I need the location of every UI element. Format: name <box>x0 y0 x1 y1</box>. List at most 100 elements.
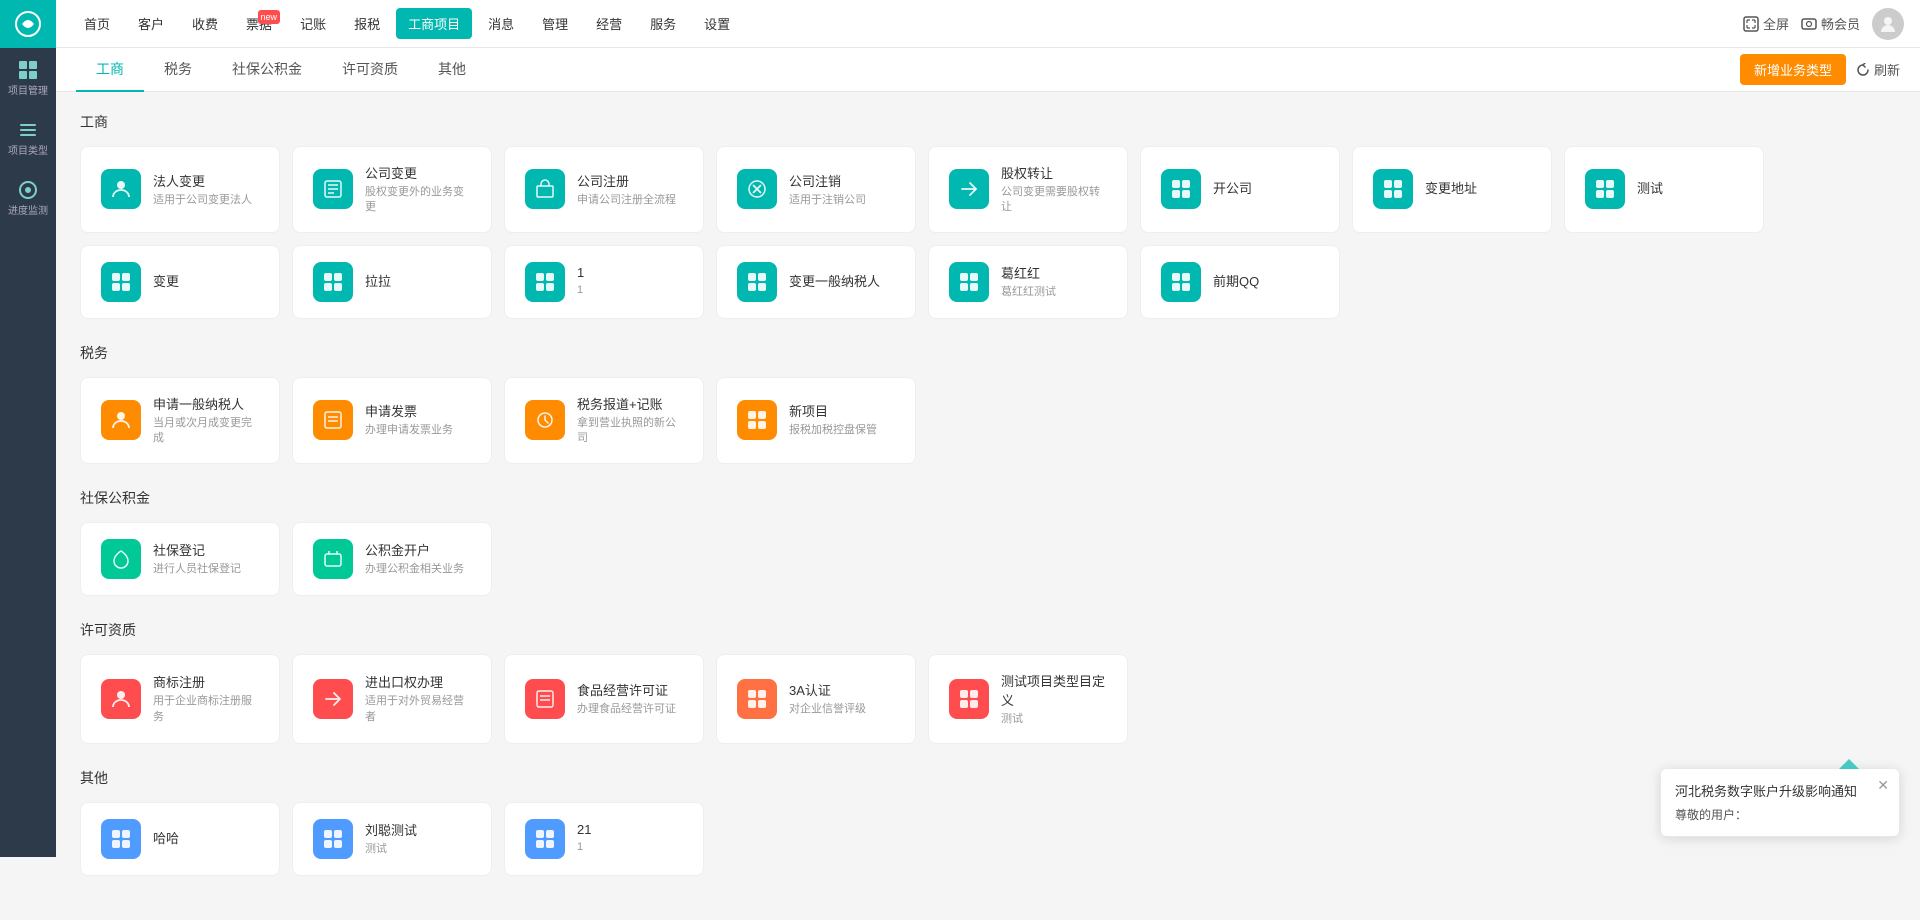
card-icon-t4 <box>737 400 777 440</box>
card-info-c14: 前期QQ <box>1213 271 1259 293</box>
card-info-c10: 拉拉 <box>365 271 391 293</box>
section-xuke-section: 许可资质商标注册用于企业商标注册服务进出口权办理适用于对外贸易经营者食品经营许可… <box>80 620 1896 744</box>
card-title-x2: 进出口权办理 <box>365 672 471 691</box>
nav-operate[interactable]: 经营 <box>584 8 634 39</box>
nav-billing[interactable]: 收费 <box>180 8 230 39</box>
card-icon-x1 <box>101 679 141 719</box>
project-type-icon <box>16 118 40 142</box>
card-info-o2: 刘聪测试测试 <box>365 820 417 857</box>
card-desc-c4: 适用于注销公司 <box>789 193 866 208</box>
card-desc-t2: 办理申请发票业务 <box>365 423 453 438</box>
tab-shuiwu[interactable]: 税务 <box>144 48 212 92</box>
fullscreen-label: 全屏 <box>1763 14 1789 33</box>
notification-close[interactable]: ✕ <box>1877 777 1889 794</box>
new-type-btn[interactable]: 新增业务类型 <box>1740 54 1846 85</box>
card-c9[interactable]: 变更 <box>80 245 280 319</box>
card-desc-o2: 测试 <box>365 842 417 857</box>
top-nav: 首页 客户 收费 票据 new 记账 报税 工商项目 消息 管理 经营 服务 设… <box>56 0 1920 48</box>
card-c4[interactable]: 公司注销适用于注销公司 <box>716 146 916 233</box>
cards-grid-xuke-section: 商标注册用于企业商标注册服务进出口权办理适用于对外贸易经营者 食品经营许可证办理食… <box>80 654 1896 744</box>
nav-items: 首页 客户 收费 票据 new 记账 报税 工商项目 消息 管理 经营 服务 设… <box>72 8 1743 39</box>
nav-client[interactable]: 客户 <box>126 8 176 39</box>
nav-tax[interactable]: 报税 <box>342 8 392 39</box>
card-c13[interactable]: 葛红红葛红红测试 <box>928 245 1128 319</box>
card-title-c6: 开公司 <box>1213 178 1252 197</box>
card-icon-s1 <box>101 539 141 579</box>
card-title-c3: 公司注册 <box>577 171 676 190</box>
member-btn[interactable]: 畅会员 <box>1801 14 1860 33</box>
card-c14[interactable]: 前期QQ <box>1140 245 1340 319</box>
card-icon-c4 <box>737 169 777 209</box>
card-title-c2: 公司变更 <box>365 163 471 182</box>
card-info-c8: 测试 <box>1637 178 1663 200</box>
card-c7[interactable]: 变更地址 <box>1352 146 1552 233</box>
fullscreen-btn[interactable]: 全屏 <box>1743 14 1789 33</box>
card-c2[interactable]: 公司变更股权变更外的业务变更 <box>292 146 492 233</box>
card-icon-c1 <box>101 169 141 209</box>
card-icon-o1 <box>101 819 141 859</box>
card-info-x3: 食品经营许可证办理食品经营许可证 <box>577 680 676 717</box>
card-info-s1: 社保登记进行人员社保登记 <box>153 540 241 577</box>
card-t1[interactable]: 申请一般纳税人当月或次月成变更完成 <box>80 377 280 464</box>
card-desc-t1: 当月或次月成变更完成 <box>153 416 259 447</box>
sidebar-item-project-type[interactable]: 项目类型 <box>0 108 56 168</box>
card-title-x4: 3A认证 <box>789 680 866 699</box>
card-c1[interactable]: 法人变更适用于公司变更法人 <box>80 146 280 233</box>
cards-grid-gongshang-section: 法人变更适用于公司变更法人公司变更股权变更外的业务变更 公司注册申请公司注册全流程… <box>80 146 1896 319</box>
nav-service[interactable]: 服务 <box>638 8 688 39</box>
card-s2[interactable]: 公积金开户办理公积金相关业务 <box>292 522 492 596</box>
card-c12[interactable]: 变更一般纳税人 <box>716 245 916 319</box>
card-c8[interactable]: 测试 <box>1564 146 1764 233</box>
card-icon-c6 <box>1161 169 1201 209</box>
card-icon-x3 <box>525 679 565 719</box>
card-t2[interactable]: 申请发票办理申请发票业务 <box>292 377 492 464</box>
card-title-c11: 1 <box>577 265 584 280</box>
tab-other[interactable]: 其他 <box>418 48 486 92</box>
card-o2[interactable]: 刘聪测试测试 <box>292 802 492 876</box>
refresh-btn[interactable]: 刷新 <box>1856 60 1900 79</box>
card-desc-x3: 办理食品经营许可证 <box>577 702 676 717</box>
card-x3[interactable]: 食品经营许可证办理食品经营许可证 <box>504 654 704 744</box>
card-c5[interactable]: 股权转让公司变更需要股权转让 <box>928 146 1128 233</box>
card-info-x5: 测试项目类型目定义测试 <box>1001 671 1107 727</box>
nav-ticket[interactable]: 票据 new <box>234 8 284 39</box>
card-c3[interactable]: 公司注册申请公司注册全流程 <box>504 146 704 233</box>
card-title-c5: 股权转让 <box>1001 163 1107 182</box>
card-info-s2: 公积金开户办理公积金相关业务 <box>365 540 464 577</box>
card-o3[interactable]: 211 <box>504 802 704 876</box>
tab-xuke[interactable]: 许可资质 <box>322 48 418 92</box>
section-shuiwu-section: 税务申请一般纳税人当月或次月成变更完成申请发票办理申请发票业务税务报道+记账拿到… <box>80 343 1896 464</box>
card-c10[interactable]: 拉拉 <box>292 245 492 319</box>
nav-account[interactable]: 记账 <box>288 8 338 39</box>
card-c11[interactable]: 11 <box>504 245 704 319</box>
card-o1[interactable]: 哈哈 <box>80 802 280 876</box>
card-x5[interactable]: 测试项目类型目定义测试 <box>928 654 1128 744</box>
card-t3[interactable]: 税务报道+记账拿到营业执照的新公司 <box>504 377 704 464</box>
card-x4[interactable]: 3A认证对企业信誉评级 <box>716 654 916 744</box>
tab-shebao[interactable]: 社保公积金 <box>212 48 322 92</box>
nav-settings[interactable]: 设置 <box>692 8 742 39</box>
card-s1[interactable]: 社保登记进行人员社保登记 <box>80 522 280 596</box>
card-info-t3: 税务报道+记账拿到营业执照的新公司 <box>577 394 683 447</box>
card-icon-c3 <box>525 169 565 209</box>
card-desc-x1: 用于企业商标注册服务 <box>153 694 259 725</box>
card-t4[interactable]: 新项目报税加税控盘保管 <box>716 377 916 464</box>
nav-home[interactable]: 首页 <box>72 8 122 39</box>
sidebar-item-progress-monitor[interactable]: 进度监测 <box>0 168 56 228</box>
card-c6[interactable]: 开公司 <box>1140 146 1340 233</box>
card-info-c3: 公司注册申请公司注册全流程 <box>577 171 676 208</box>
sidebar-item-project-manage[interactable]: 项目管理 <box>0 48 56 108</box>
card-desc-x5: 测试 <box>1001 712 1107 727</box>
card-x2[interactable]: 进出口权办理适用于对外贸易经营者 <box>292 654 492 744</box>
card-x1[interactable]: 商标注册用于企业商标注册服务 <box>80 654 280 744</box>
nav-biz[interactable]: 工商项目 <box>396 8 472 39</box>
user-avatar[interactable] <box>1872 8 1904 40</box>
tab-gongshang[interactable]: 工商 <box>76 48 144 92</box>
card-icon-c5 <box>949 169 989 209</box>
nav-manage[interactable]: 管理 <box>530 8 580 39</box>
card-title-x3: 食品经营许可证 <box>577 680 676 699</box>
card-icon-t1 <box>101 400 141 440</box>
card-info-x4: 3A认证对企业信誉评级 <box>789 680 866 717</box>
card-info-o1: 哈哈 <box>153 828 179 850</box>
nav-message[interactable]: 消息 <box>476 8 526 39</box>
